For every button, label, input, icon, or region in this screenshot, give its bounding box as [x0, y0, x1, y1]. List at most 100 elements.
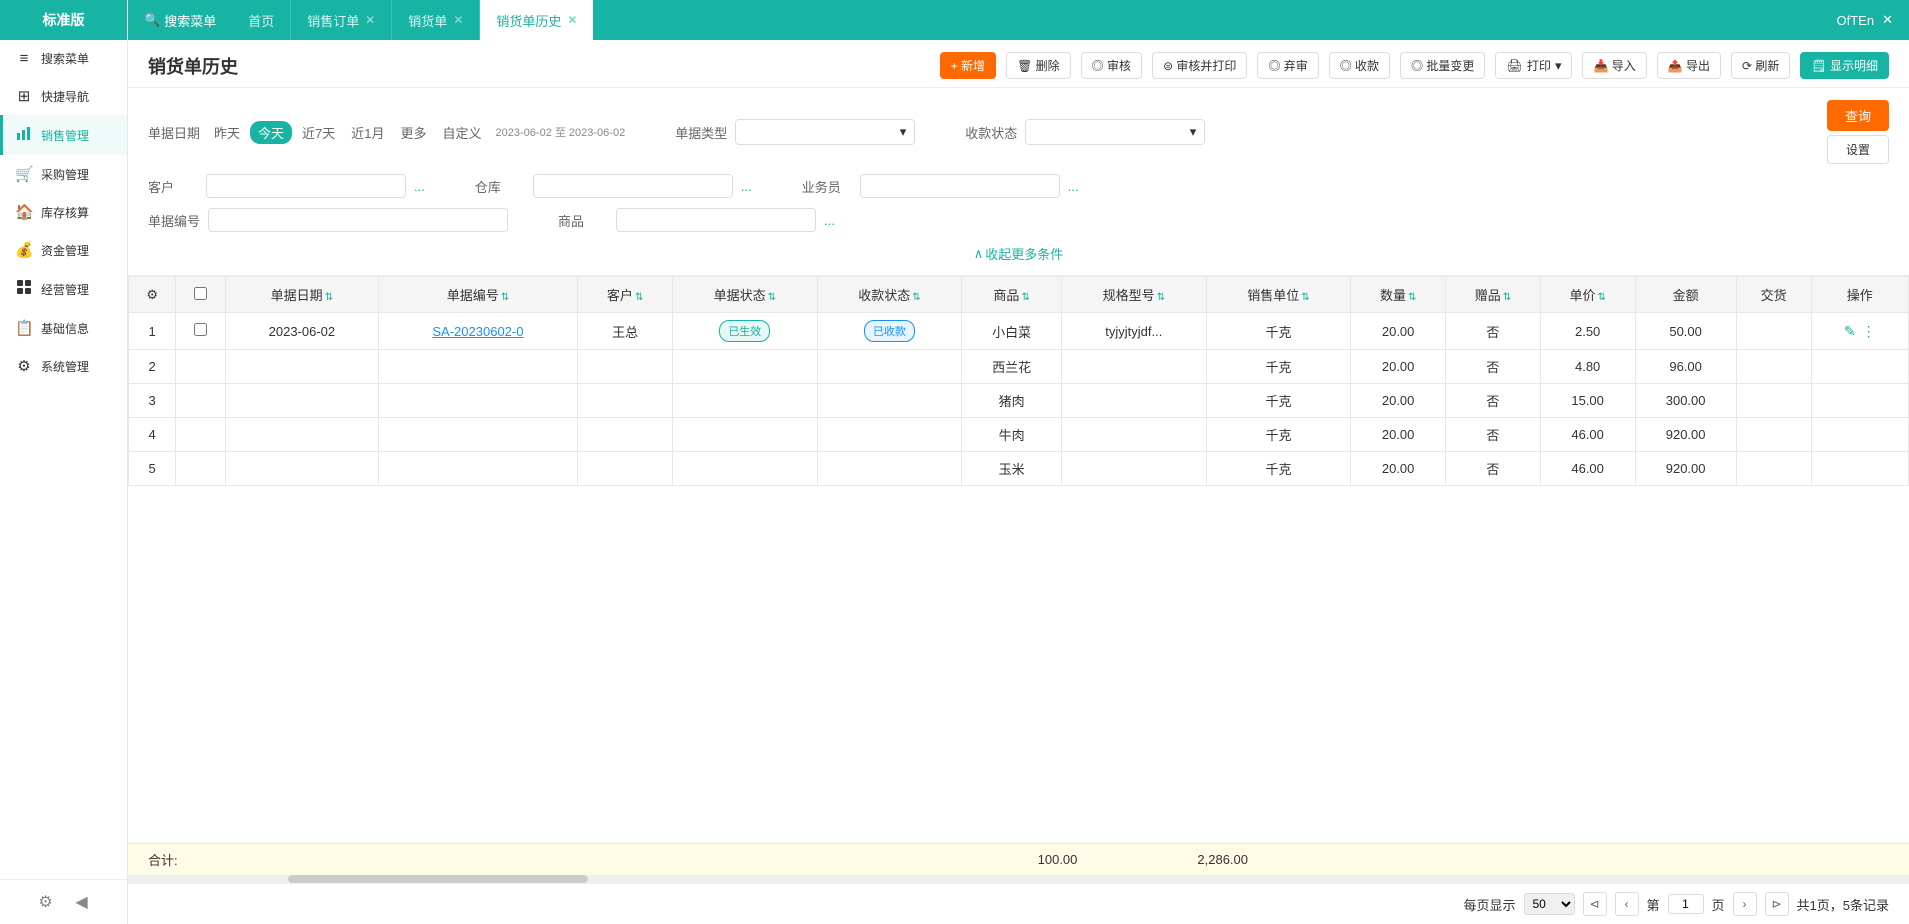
staff-ellipsis[interactable]: ...	[1068, 179, 1079, 194]
settings-icon: ⚙	[146, 287, 158, 302]
last-page-button[interactable]: ⊳	[1765, 892, 1789, 916]
more-icon[interactable]: ⋮	[1862, 323, 1876, 339]
topbar-close-btn[interactable]: ✕	[1882, 12, 1893, 28]
collapse-button[interactable]: ∧ 收起更多条件	[974, 244, 1064, 263]
tab-home[interactable]: 首页	[232, 0, 291, 40]
audit-button[interactable]: ◎ 审核	[1081, 52, 1142, 79]
status-badge: 已生效	[719, 320, 770, 342]
page-number-input[interactable]	[1668, 894, 1704, 914]
tab-close-icon[interactable]: ✕	[365, 13, 375, 27]
audit-print-button[interactable]: ⊜ 审核并打印	[1152, 52, 1247, 79]
row-customer: 王总	[578, 313, 673, 350]
tab-sales-history[interactable]: 销货单历史 ✕	[480, 0, 593, 40]
batch-change-button[interactable]: ◎ 批量变更	[1400, 52, 1485, 79]
topbar-search[interactable]: 🔍 搜索菜单	[128, 11, 232, 30]
col-customer: 客户⇅	[578, 277, 673, 313]
receive-button[interactable]: ◎ 收款	[1329, 52, 1390, 79]
sort-icon[interactable]: ⇅	[1597, 292, 1605, 303]
sidebar-settings-icon[interactable]: ⚙	[32, 888, 60, 916]
scrollbar-thumb[interactable]	[288, 875, 588, 883]
select-all-checkbox[interactable]	[194, 287, 207, 300]
date-custom[interactable]: 自定义	[437, 121, 488, 144]
sidebar-collapse-icon[interactable]: ◀	[68, 888, 96, 916]
sort-icon[interactable]: ⇅	[325, 292, 333, 303]
date-today[interactable]: 今天	[250, 121, 292, 144]
row-doc-status	[673, 452, 818, 486]
prev-page-button[interactable]: ‹	[1615, 892, 1639, 916]
sort-icon[interactable]: ⇅	[912, 292, 920, 303]
sidebar-item-operation-mgmt[interactable]: 经营管理	[0, 269, 127, 309]
print-button[interactable]: 🖨 🖨 打印 打印 ▾	[1495, 52, 1572, 79]
row-spec	[1062, 350, 1207, 384]
horizontal-scrollbar[interactable]	[128, 875, 1909, 883]
sidebar-item-search-menu[interactable]: ≡ 搜索菜单	[0, 40, 127, 77]
tab-close-icon[interactable]: ✕	[453, 13, 463, 27]
pagination-bar: 每页显示 50 10 20 100 ⊲ ‹ 第 页 › ⊳ 共1页，5条记录	[128, 883, 1909, 924]
add-button[interactable]: + 新增	[940, 52, 996, 79]
sidebar-item-purchase-mgmt[interactable]: 🛒 采购管理	[0, 155, 127, 193]
per-page-select[interactable]: 50 10 20 100	[1524, 893, 1575, 915]
edit-icon[interactable]: ✎	[1844, 323, 1856, 339]
export-button[interactable]: 📤 导出	[1657, 52, 1721, 79]
refresh-button[interactable]: ⟳ 刷新	[1731, 52, 1790, 79]
row-amount: 920.00	[1635, 418, 1736, 452]
sidebar-item-finance-mgmt[interactable]: 💰 资金管理	[0, 231, 127, 269]
row-doc-status: 已生效	[673, 313, 818, 350]
sort-icon[interactable]: ⇅	[1301, 292, 1309, 303]
first-page-button[interactable]: ⊲	[1583, 892, 1607, 916]
goods-input[interactable]	[616, 208, 816, 232]
sidebar-item-inventory-calc[interactable]: 🏠 库存核算	[0, 193, 127, 231]
doc-type-label: 单据类型	[675, 123, 727, 142]
date-1month[interactable]: 近1月	[345, 121, 390, 144]
sort-icon[interactable]: ⇅	[1157, 292, 1165, 303]
page-label: 第	[1647, 895, 1660, 914]
row-unit-price: 4.80	[1540, 350, 1635, 384]
row-checkbox[interactable]	[176, 384, 226, 418]
tab-home-label: 首页	[248, 11, 274, 30]
date-more[interactable]: 更多	[395, 121, 433, 144]
staff-input[interactable]	[860, 174, 1060, 198]
col-checkbox[interactable]	[176, 277, 226, 313]
customer-input[interactable]	[206, 174, 406, 198]
sidebar-item-sales-mgmt[interactable]: 销售管理	[0, 115, 127, 155]
sort-icon[interactable]: ⇅	[635, 292, 643, 303]
sort-icon[interactable]: ⇅	[1021, 292, 1029, 303]
payment-select[interactable]: ▾	[1025, 119, 1205, 145]
show-details-button[interactable]: 🗒 显示明细	[1800, 52, 1889, 79]
delete-button[interactable]: 🗑 删除	[1006, 52, 1071, 79]
sort-icon[interactable]: ⇅	[768, 292, 776, 303]
sort-icon[interactable]: ⇅	[501, 292, 509, 303]
settings-button[interactable]: 设置	[1827, 135, 1889, 164]
doc-type-select[interactable]: ▾	[735, 119, 915, 145]
filter-row-2: 客户 ... 仓库 ... 业务员 ...	[148, 174, 1889, 198]
row-checkbox[interactable]	[176, 350, 226, 384]
next-page-button[interactable]: ›	[1733, 892, 1757, 916]
tab-sales-order[interactable]: 销售订单 ✕	[291, 0, 392, 40]
date-yesterday[interactable]: 昨天	[208, 121, 246, 144]
tab-sales-goods[interactable]: 销货单 ✕	[392, 0, 480, 40]
sidebar-item-basic-info[interactable]: 📋 基础信息	[0, 309, 127, 347]
page-unit: 页	[1712, 895, 1725, 914]
doc-no-link[interactable]: SA-20230602-0	[432, 324, 523, 339]
sidebar-item-system-mgmt[interactable]: ⚙ 系统管理	[0, 347, 127, 385]
docno-input[interactable]	[208, 208, 508, 232]
customer-ellipsis[interactable]: ...	[414, 179, 425, 194]
col-settings[interactable]: ⚙	[129, 277, 176, 313]
col-doc-date: 单据日期⇅	[226, 277, 378, 313]
row-checkbox[interactable]	[176, 418, 226, 452]
customer-label: 客户	[148, 177, 198, 196]
import-button[interactable]: 📥 导入	[1582, 52, 1646, 79]
goods-ellipsis[interactable]: ...	[824, 213, 835, 228]
row-checkbox[interactable]	[176, 452, 226, 486]
row-checkbox[interactable]	[176, 313, 226, 350]
date-7days[interactable]: 近7天	[296, 121, 341, 144]
abandon-button[interactable]: ◎ 弃审	[1257, 52, 1318, 79]
sort-icon[interactable]: ⇅	[1503, 292, 1511, 303]
warehouse-ellipsis[interactable]: ...	[741, 179, 752, 194]
row-customer	[578, 452, 673, 486]
sort-icon[interactable]: ⇅	[1408, 292, 1416, 303]
query-button[interactable]: 查询	[1827, 100, 1889, 131]
warehouse-input[interactable]	[533, 174, 733, 198]
sidebar-item-quick-nav[interactable]: ⊞ 快捷导航	[0, 77, 127, 115]
tab-close-icon[interactable]: ✕	[567, 13, 577, 27]
